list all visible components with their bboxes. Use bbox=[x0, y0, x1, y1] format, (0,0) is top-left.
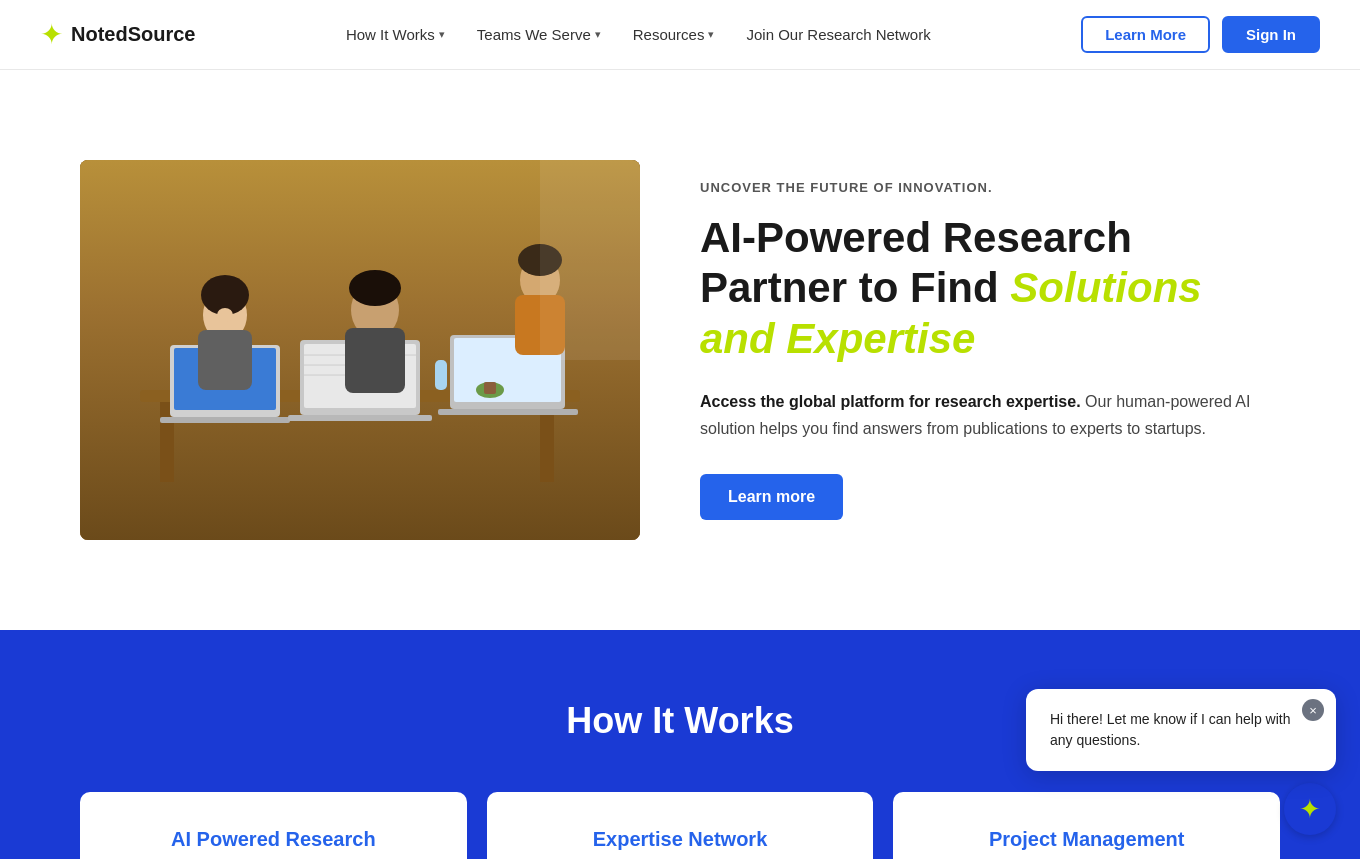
chevron-down-icon: ▾ bbox=[439, 28, 445, 41]
chat-message: Hi there! Let me know if I can help with… bbox=[1050, 709, 1312, 751]
svg-rect-13 bbox=[288, 415, 432, 421]
hero-section: UNCOVER THE FUTURE OF INNOVATION. AI-Pow… bbox=[0, 70, 1360, 630]
nav-item-join-research[interactable]: Join Our Research Network bbox=[732, 18, 944, 51]
hero-title: AI-Powered Research Partner to Find Solu… bbox=[700, 213, 1280, 364]
logo-star-icon: ✦ bbox=[40, 18, 63, 51]
hero-description: Access the global platform for research … bbox=[700, 388, 1280, 442]
svg-point-20 bbox=[217, 308, 233, 322]
logo-text: NotedSource bbox=[71, 23, 195, 46]
svg-rect-23 bbox=[345, 328, 405, 393]
nav-item-how-it-works[interactable]: How It Works ▾ bbox=[332, 18, 459, 51]
logo-link[interactable]: ✦ NotedSource bbox=[40, 18, 195, 51]
how-card-title-expertise: Expertise Network bbox=[515, 828, 846, 851]
hero-cta-button[interactable]: Learn more bbox=[700, 474, 843, 520]
hero-scene-svg bbox=[80, 160, 640, 540]
sign-in-button[interactable]: Sign In bbox=[1222, 16, 1320, 53]
nav-label-join-research: Join Our Research Network bbox=[746, 26, 930, 43]
hero-image-placeholder bbox=[80, 160, 640, 540]
how-card-title-ai: AI Powered Research bbox=[108, 828, 439, 851]
chat-widget: × Hi there! Let me know if I can help wi… bbox=[1026, 689, 1336, 835]
chat-avatar-row: ✦ bbox=[1026, 783, 1336, 835]
chat-avatar: ✦ bbox=[1284, 783, 1336, 835]
hero-image bbox=[80, 160, 640, 540]
chat-close-button[interactable]: × bbox=[1302, 699, 1324, 721]
nav-item-teams-we-serve[interactable]: Teams We Serve ▾ bbox=[463, 18, 615, 51]
nav-item-resources[interactable]: Resources ▾ bbox=[619, 18, 729, 51]
svg-rect-27 bbox=[435, 360, 447, 390]
how-card-ai-research: AI Powered Research Ask any research que… bbox=[80, 792, 467, 859]
chat-avatar-star-icon: ✦ bbox=[1299, 794, 1321, 825]
navbar: ✦ NotedSource How It Works ▾ Teams We Se… bbox=[0, 0, 1360, 70]
svg-rect-30 bbox=[540, 160, 640, 360]
svg-rect-16 bbox=[438, 409, 578, 415]
learn-more-button[interactable]: Learn More bbox=[1081, 16, 1210, 53]
chevron-down-icon: ▾ bbox=[708, 28, 714, 41]
svg-rect-19 bbox=[198, 330, 252, 390]
nav-links: How It Works ▾ Teams We Serve ▾ Resource… bbox=[332, 18, 945, 51]
hero-eyebrow: UNCOVER THE FUTURE OF INNOVATION. bbox=[700, 180, 1280, 195]
nav-label-teams-we-serve: Teams We Serve bbox=[477, 26, 591, 43]
svg-rect-7 bbox=[160, 417, 290, 423]
chat-bubble: × Hi there! Let me know if I can help wi… bbox=[1026, 689, 1336, 771]
how-card-expertise: Expertise Network Browse network of 50,0… bbox=[487, 792, 874, 859]
svg-rect-29 bbox=[484, 382, 496, 394]
nav-actions: Learn More Sign In bbox=[1081, 16, 1320, 53]
hero-description-bold: Access the global platform for research … bbox=[700, 393, 1081, 410]
nav-label-resources: Resources bbox=[633, 26, 705, 43]
hero-content: UNCOVER THE FUTURE OF INNOVATION. AI-Pow… bbox=[700, 180, 1280, 521]
chevron-down-icon: ▾ bbox=[595, 28, 601, 41]
svg-point-22 bbox=[349, 270, 401, 306]
nav-label-how-it-works: How It Works bbox=[346, 26, 435, 43]
